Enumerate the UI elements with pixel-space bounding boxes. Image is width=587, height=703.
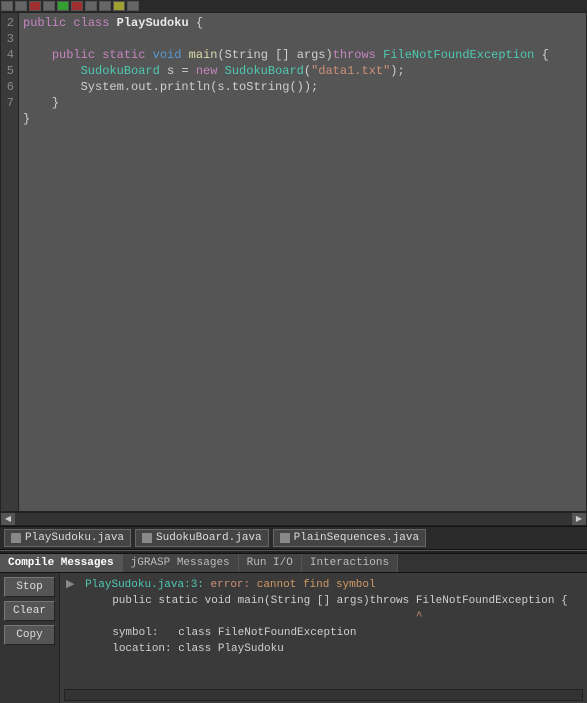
params: (String [] args) <box>217 48 332 62</box>
message-panel: Stop Clear Copy ▶ PlaySudoku.java:3: err… <box>0 573 587 703</box>
toolbar-button[interactable] <box>127 1 139 11</box>
line-number: 4 <box>1 47 14 63</box>
error-symbol-label: symbol: <box>112 627 158 639</box>
error-source-line: public static void main(String [] args)t… <box>66 595 568 607</box>
play-icon: ▶ <box>66 579 74 591</box>
file-tab-label: PlaySudoku.java <box>25 532 124 544</box>
error-file: PlaySudoku.java:3: <box>85 579 204 591</box>
toolbar-button[interactable] <box>71 1 83 11</box>
line-number: 2 <box>1 15 14 31</box>
clear-button[interactable]: Clear <box>4 601 55 621</box>
type-name: FileNotFoundException <box>383 48 534 62</box>
brace: { <box>196 16 203 30</box>
copy-button[interactable]: Copy <box>4 625 55 645</box>
keyword: static <box>102 48 145 62</box>
code-editor[interactable]: 2 3 4 5 6 7 public class PlaySudoku { pu… <box>0 12 587 512</box>
error-symbol-value: class FileNotFoundException <box>158 627 356 639</box>
keyword: void <box>153 48 182 62</box>
compile-output[interactable]: ▶ PlaySudoku.java:3: error: cannot find … <box>60 573 587 703</box>
variable: s <box>167 64 174 78</box>
error-caret: ^ <box>66 611 422 623</box>
toolbar-button[interactable] <box>1 1 13 11</box>
statement: System.out.println(s.toString()); <box>81 80 319 94</box>
operator: = <box>181 64 188 78</box>
brace: { <box>542 48 549 62</box>
console-horizontal-scrollbar[interactable]: ◀ ▶ <box>64 689 583 701</box>
tab-run-io[interactable]: Run I/O <box>239 554 302 572</box>
toolbar-button[interactable] <box>57 1 69 11</box>
tab-compile-messages[interactable]: Compile Messages <box>0 554 123 572</box>
brace: } <box>23 112 30 126</box>
stop-button[interactable]: Stop <box>4 577 55 597</box>
paren: ); <box>390 64 404 78</box>
keyword: public <box>52 48 95 62</box>
line-gutter: 2 3 4 5 6 7 <box>1 13 19 511</box>
toolbar-strip <box>0 0 587 12</box>
brace: } <box>52 96 59 110</box>
string-literal: "data1.txt" <box>311 64 390 78</box>
constructor: SudokuBoard <box>225 64 304 78</box>
line-number: 3 <box>1 31 14 47</box>
message-button-column: Stop Clear Copy <box>0 573 60 703</box>
java-file-icon <box>11 533 21 543</box>
error-location-label: location: <box>112 643 171 655</box>
tab-interactions[interactable]: Interactions <box>302 554 398 572</box>
file-tab-label: PlainSequences.java <box>294 532 419 544</box>
class-name: PlaySudoku <box>117 16 189 30</box>
error-keyword: error: <box>211 579 251 591</box>
file-tab-sudokuboard[interactable]: SudokuBoard.java <box>135 529 269 547</box>
editor-horizontal-scrollbar[interactable]: ◀ ▶ <box>0 512 587 526</box>
type-name: SudokuBoard <box>81 64 160 78</box>
message-tab-bar: Compile Messages jGRASP Messages Run I/O… <box>0 554 587 573</box>
method-name: main <box>189 48 218 62</box>
toolbar-button[interactable] <box>15 1 27 11</box>
error-location-value: class PlaySudoku <box>172 643 284 655</box>
toolbar-button[interactable] <box>43 1 55 11</box>
scroll-left-icon[interactable]: ◀ <box>1 513 15 525</box>
java-file-icon <box>280 533 290 543</box>
toolbar-button[interactable] <box>85 1 97 11</box>
tab-jgrasp-messages[interactable]: jGRASP Messages <box>123 554 239 572</box>
keyword: new <box>196 64 218 78</box>
toolbar-button[interactable] <box>99 1 111 11</box>
paren: ( <box>304 64 311 78</box>
error-message: cannot find symbol <box>257 579 376 591</box>
code-content[interactable]: public class PlaySudoku { public static … <box>19 13 586 511</box>
line-number: 5 <box>1 63 14 79</box>
file-tab-bar: PlaySudoku.java SudokuBoard.java PlainSe… <box>0 526 587 550</box>
file-tab-label: SudokuBoard.java <box>156 532 262 544</box>
file-tab-plainsequences[interactable]: PlainSequences.java <box>273 529 426 547</box>
line-number: 6 <box>1 79 14 95</box>
scroll-right-icon[interactable]: ▶ <box>572 513 586 525</box>
toolbar-button[interactable] <box>29 1 41 11</box>
line-number: 7 <box>1 95 14 111</box>
toolbar-button[interactable] <box>113 1 125 11</box>
keyword: throws <box>333 48 376 62</box>
keyword: public <box>23 16 66 30</box>
keyword: class <box>73 16 109 30</box>
java-file-icon <box>142 533 152 543</box>
file-tab-playsudoku[interactable]: PlaySudoku.java <box>4 529 131 547</box>
